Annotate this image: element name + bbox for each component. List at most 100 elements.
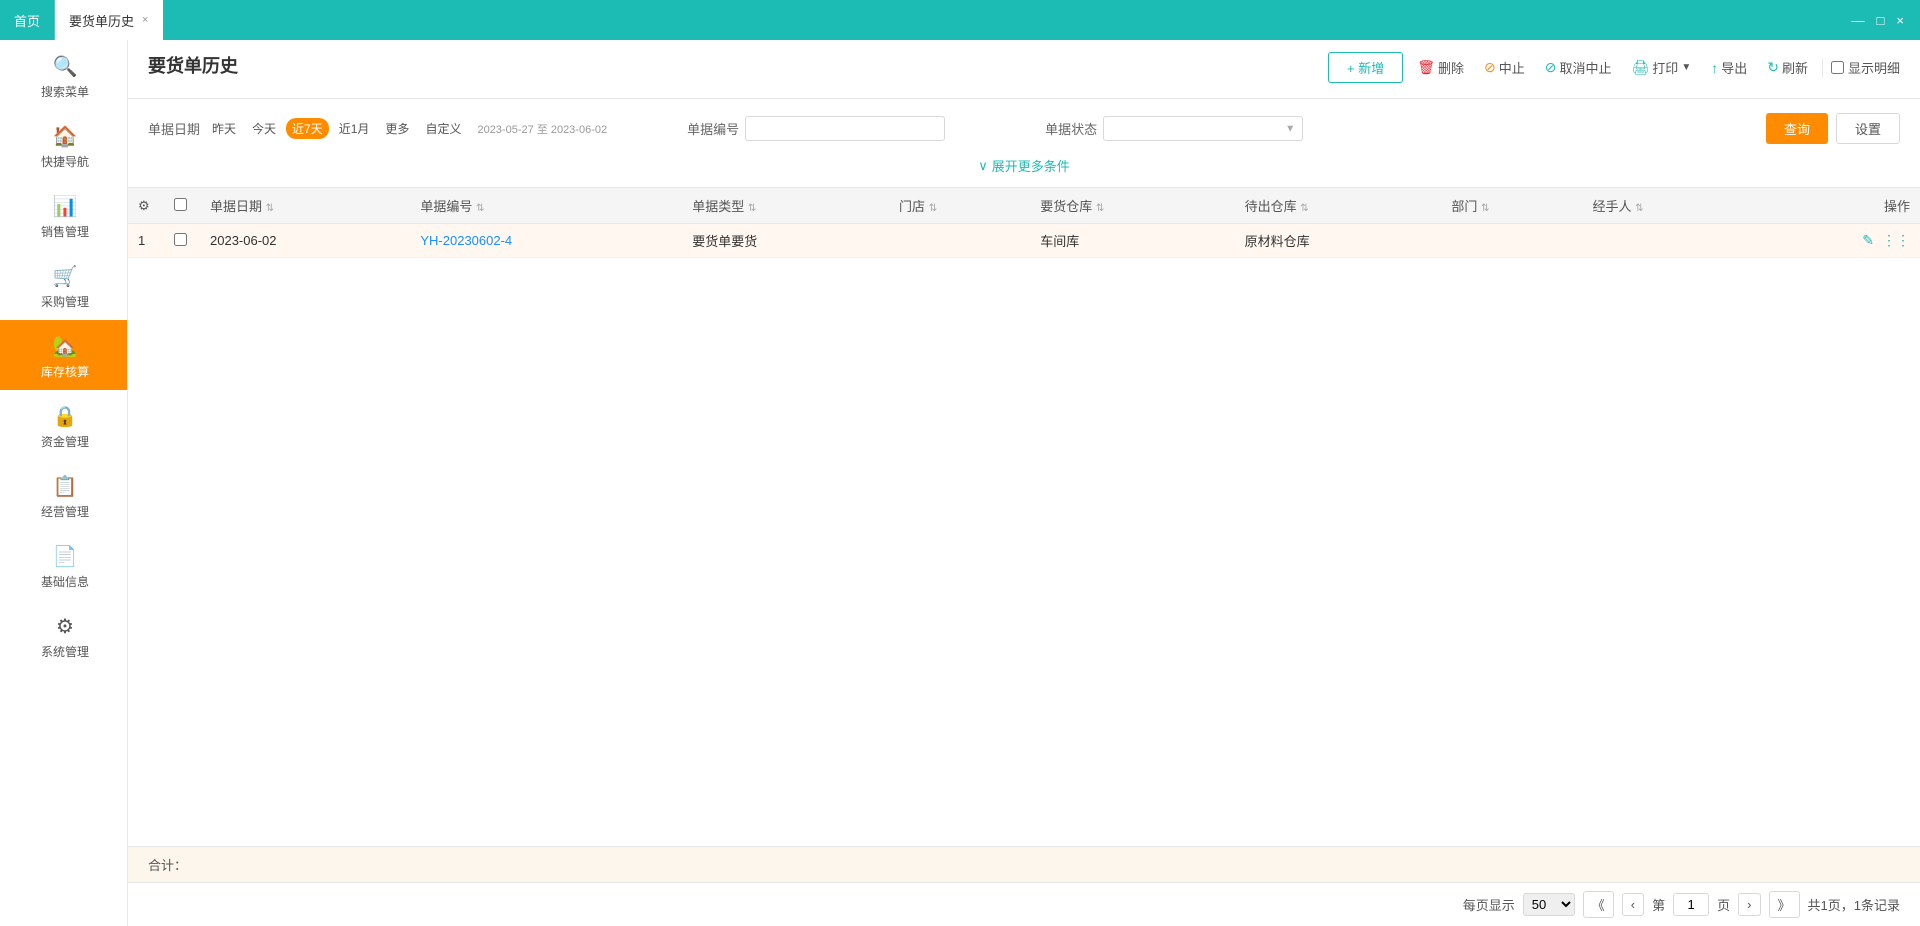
- tab-home[interactable]: 首页: [0, 0, 55, 40]
- sidebar-item-basic-info[interactable]: 📄 基础信息: [0, 530, 127, 600]
- sidebar-item-inventory[interactable]: 🏡 库存核算: [0, 320, 127, 390]
- sort-bill-type-icon: ⇅: [748, 203, 756, 214]
- date-filter-label: 单据日期: [148, 119, 200, 138]
- data-table: ⚙ 单据日期 ⇅ 单据编号 ⇅ 单据类型: [128, 188, 1920, 258]
- th-ops: 操作: [1755, 188, 1920, 224]
- sys-mgmt-icon: ⚙: [56, 614, 74, 639]
- cell-seq: 1: [128, 224, 164, 258]
- page-size-label: 每页显示: [1463, 895, 1515, 914]
- sidebar-item-ops-mgmt[interactable]: 📋 经营管理: [0, 460, 127, 530]
- status-label: 单据状态: [1045, 119, 1097, 138]
- th-department[interactable]: 部门 ⇅: [1441, 188, 1582, 224]
- date-opt-custom[interactable]: 自定义: [419, 118, 467, 139]
- refresh-button[interactable]: ↻ 刷新: [1761, 54, 1814, 81]
- page-size-select[interactable]: 10 20 50 100: [1523, 893, 1575, 916]
- sort-bill-no-icon: ⇅: [476, 203, 484, 214]
- last-page-btn[interactable]: 》: [1769, 891, 1800, 918]
- refresh-icon: ↻: [1767, 59, 1779, 76]
- sort-req-warehouse-icon: ⇅: [1096, 203, 1104, 214]
- settings-button[interactable]: 设置: [1836, 113, 1900, 144]
- display-detail-checkbox[interactable]: [1831, 61, 1844, 74]
- tab-close-icon[interactable]: ×: [142, 14, 148, 26]
- cell-bill-no[interactable]: YH-20230602-4: [410, 224, 682, 258]
- footer-total: 合计：: [128, 846, 1920, 882]
- status-input[interactable]: [1103, 116, 1303, 141]
- date-opt-more[interactable]: 更多: [379, 118, 415, 139]
- cell-bill-type: 要货单要货: [682, 224, 889, 258]
- th-shop[interactable]: 门店 ⇅: [889, 188, 1030, 224]
- th-date[interactable]: 单据日期 ⇅: [200, 188, 410, 224]
- finance-mgmt-icon: 🔒: [53, 404, 78, 429]
- export-button[interactable]: ↑ 导出: [1705, 54, 1753, 81]
- delete-button[interactable]: 🗑 删除: [1411, 54, 1470, 81]
- date-opt-today[interactable]: 今天: [246, 118, 282, 139]
- first-page-btn[interactable]: 《: [1583, 891, 1614, 918]
- sidebar-item-purchase-mgmt[interactable]: 🛒 采购管理: [0, 250, 127, 320]
- bill-no-input[interactable]: [745, 116, 945, 141]
- bill-no-link[interactable]: YH-20230602-4: [420, 233, 512, 248]
- select-all-checkbox[interactable]: [174, 198, 187, 211]
- sort-pending-warehouse-icon: ⇅: [1300, 203, 1308, 214]
- sort-department-icon: ⇅: [1481, 203, 1489, 214]
- edit-op-icon[interactable]: ✎: [1862, 232, 1874, 249]
- export-icon: ↑: [1711, 60, 1718, 76]
- total-info: 共1页，1条记录: [1808, 895, 1900, 914]
- page-label: 第: [1652, 895, 1665, 914]
- table-wrapper: ⚙ 单据日期 ⇅ 单据编号 ⇅ 单据类型: [128, 188, 1920, 846]
- th-checkbox: [164, 188, 200, 224]
- cell-checkbox: [164, 224, 200, 258]
- close-icon[interactable]: ×: [1896, 13, 1904, 28]
- expand-more-chevron-icon: ∨: [978, 158, 988, 174]
- cell-ops: ✎ ⋮⋮: [1755, 224, 1920, 258]
- th-settings[interactable]: ⚙: [128, 188, 164, 224]
- expand-more-btn[interactable]: ∨ 展开更多条件: [148, 152, 1900, 179]
- minimize-icon[interactable]: —: [1852, 13, 1865, 28]
- date-opt-yesterday[interactable]: 昨天: [206, 118, 242, 139]
- page-input[interactable]: [1673, 893, 1709, 916]
- date-opt-1month[interactable]: 近1月: [333, 118, 376, 139]
- table-row: 1 2023-06-02 YH-20230602-4 要货单要货: [128, 224, 1920, 258]
- th-handler[interactable]: 经手人 ⇅: [1582, 188, 1755, 224]
- query-button[interactable]: 查询: [1766, 113, 1828, 144]
- print-button[interactable]: 🖨 打印 ▼: [1626, 54, 1698, 81]
- sidebar-item-quick-nav[interactable]: 🏠 快捷导航: [0, 110, 127, 180]
- search-menu-icon: 🔍: [53, 54, 78, 79]
- page-header: 要货单历史 + 新增 🗑 删除 ⊘ 中止 ⊘ 取消中止: [128, 40, 1920, 99]
- sidebar-item-sys-mgmt[interactable]: ⚙ 系统管理: [0, 600, 127, 670]
- cell-shop: [889, 224, 1030, 258]
- main-layout: 🔍 搜索菜单 🏠 快捷导航 📊 销售管理 🛒 采购管理 🏡 库存核算 🔒 资金管…: [0, 40, 1920, 926]
- tab-purchase-history[interactable]: 要货单历史 ×: [55, 0, 163, 40]
- sidebar-item-search-menu[interactable]: 🔍 搜索菜单: [0, 40, 127, 110]
- row-checkbox[interactable]: [174, 233, 187, 246]
- suspend-button[interactable]: ⊘ 中止: [1478, 54, 1531, 81]
- basic-info-icon: 📄: [53, 544, 78, 569]
- filter-row-1: 单据日期 昨天 今天 近7天 近1月 更多 自定义 2023-05-27 至 2…: [148, 113, 1900, 144]
- delete-icon: 🗑: [1417, 59, 1435, 76]
- prev-page-btn[interactable]: ‹: [1622, 893, 1644, 916]
- bill-no-label: 单据编号: [687, 119, 739, 138]
- print-icon: 🖨: [1632, 59, 1650, 76]
- filter-actions: 查询 设置: [1766, 113, 1900, 144]
- table-body: 1 2023-06-02 YH-20230602-4 要货单要货: [128, 224, 1920, 258]
- sidebar-item-finance-mgmt[interactable]: 🔒 资金管理: [0, 390, 127, 460]
- pagination-bar: 每页显示 10 20 50 100 《 ‹ 第 页 › 》 共1页，1条记录: [128, 882, 1920, 926]
- next-page-btn[interactable]: ›: [1738, 893, 1760, 916]
- ops-icons: ✎ ⋮⋮: [1765, 232, 1910, 249]
- th-pending-warehouse[interactable]: 待出仓库 ⇅: [1235, 188, 1442, 224]
- sort-date-icon: ⇅: [266, 203, 274, 214]
- date-range-display: 2023-05-27 至 2023-06-02: [477, 121, 607, 137]
- th-req-warehouse[interactable]: 要货仓库 ⇅: [1030, 188, 1234, 224]
- sales-mgmt-icon: 📊: [53, 194, 78, 219]
- maximize-icon[interactable]: □: [1877, 13, 1885, 28]
- date-options: 昨天 今天 近7天 近1月 更多 自定义: [206, 118, 467, 139]
- sidebar-item-sales-mgmt[interactable]: 📊 销售管理: [0, 180, 127, 250]
- new-button[interactable]: + 新增: [1328, 52, 1403, 83]
- display-detail-button[interactable]: 显示明细: [1831, 58, 1900, 77]
- cancel-suspend-button[interactable]: ⊘ 取消中止: [1539, 54, 1618, 81]
- more-op-icon[interactable]: ⋮⋮: [1882, 232, 1910, 249]
- suspend-icon: ⊘: [1484, 59, 1496, 76]
- th-bill-no[interactable]: 单据编号 ⇅: [410, 188, 682, 224]
- date-opt-7days[interactable]: 近7天: [286, 118, 329, 139]
- th-bill-type[interactable]: 单据类型 ⇅: [682, 188, 889, 224]
- status-filter: 单据状态 ▼: [1045, 116, 1303, 141]
